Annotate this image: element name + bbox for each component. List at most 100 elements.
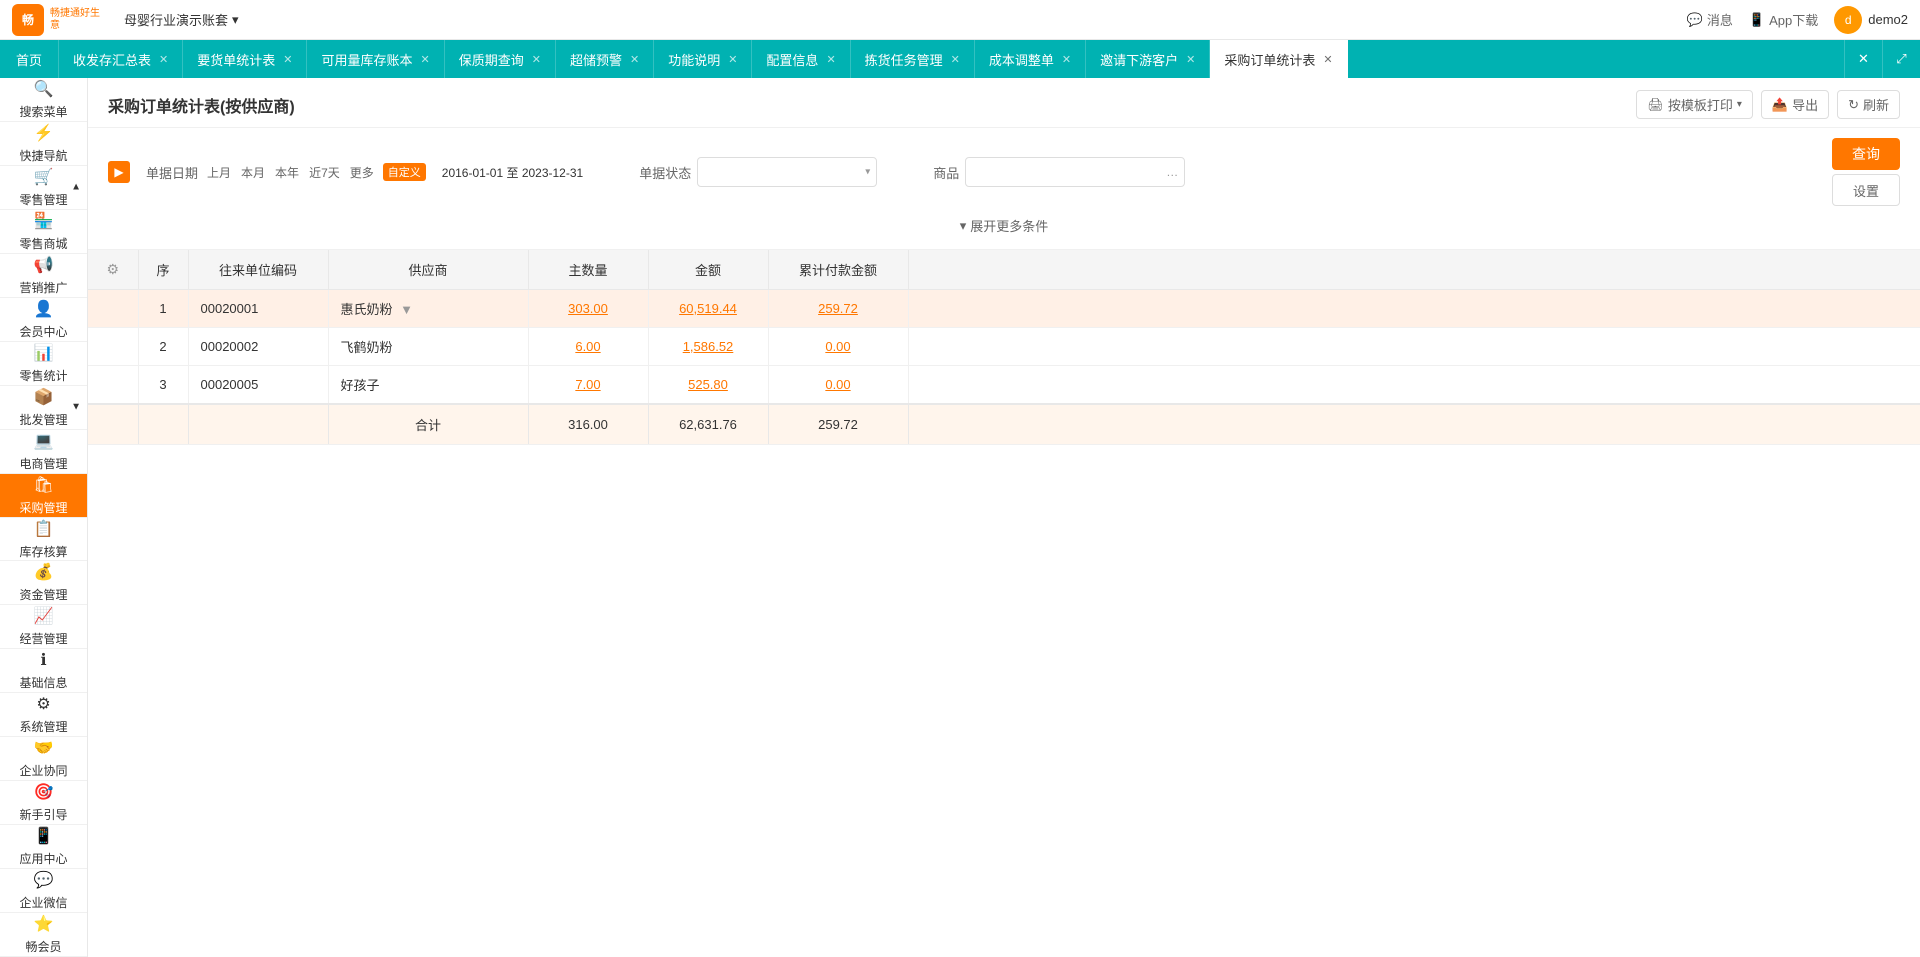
top-bar-right: 💬 消息 📱 App下载 d demo2: [1687, 6, 1908, 34]
row-3-settings-cell: [88, 366, 138, 405]
app-download-button[interactable]: 📱 App下载: [1749, 10, 1818, 29]
tab-close-6[interactable]: ✕: [826, 53, 835, 66]
row-1-extra-cell: [908, 290, 1920, 328]
sidebar-item-retail-stats[interactable]: 📊 零售统计: [0, 342, 87, 386]
shortcut-7-days[interactable]: 近7天: [306, 163, 343, 182]
sidebar-item-marketing[interactable]: 📢 营销推广: [0, 254, 87, 298]
sidebar-item-retail-shop[interactable]: 🏪 零售商城: [0, 210, 87, 254]
tab-close-9[interactable]: ✕: [1186, 53, 1195, 66]
row-3-extra-cell: [908, 366, 1920, 405]
tab-9[interactable]: 邀请下游客户 ✕: [1086, 40, 1210, 78]
sidebar-item-ecommerce[interactable]: 💻 电商管理: [0, 430, 87, 474]
row-1-qty-cell[interactable]: 303.00: [528, 290, 648, 328]
download-icon: 📱: [1749, 12, 1765, 28]
tab-8[interactable]: 成本调整单 ✕: [975, 40, 1086, 78]
row-3-amount-cell[interactable]: 525.80: [648, 366, 768, 405]
goods-input-wrapper[interactable]: …: [965, 157, 1185, 187]
sidebar-item-member-center[interactable]: 👤 会员中心: [0, 298, 87, 342]
date-range-display: 2016-01-01 至 2023-12-31: [442, 164, 583, 181]
finance-icon: 💰: [34, 562, 54, 582]
sidebar-item-inventory[interactable]: 📋 库存核算: [0, 518, 87, 562]
goods-input-more-icon[interactable]: …: [1166, 165, 1178, 179]
expand-icon: ▾: [960, 218, 967, 234]
tab-5[interactable]: 功能说明 ✕: [654, 40, 752, 78]
query-button[interactable]: 查询: [1832, 138, 1900, 170]
tab-close-5[interactable]: ✕: [728, 53, 737, 66]
table-container: ⚙ 序 往来单位编码 供应商 主数量 金额 累计付款金额 1: [88, 250, 1920, 957]
date-label: 单据日期: [146, 163, 198, 182]
filter-status-item: 单据状态 ▾: [639, 157, 877, 187]
tab-close-0[interactable]: ✕: [159, 53, 168, 66]
table-row[interactable]: 2 00020002 飞鹤奶粉 6.00 1,586.52: [88, 328, 1920, 366]
column-settings-icon[interactable]: ⚙: [106, 261, 119, 277]
footer-row: 合计 316.00 62,631.76 259.72: [88, 404, 1920, 445]
filter-settings-button[interactable]: 设置: [1832, 174, 1900, 206]
footer-empty-2: [138, 404, 188, 445]
maximize-button[interactable]: ⤢: [1882, 40, 1920, 78]
table-row[interactable]: 3 00020005 好孩子 7.00 525.80: [88, 366, 1920, 405]
workspace-selector[interactable]: 母婴行业演示账套 ▾: [116, 6, 247, 33]
shortcut-this-month[interactable]: 本月: [238, 163, 268, 182]
purchase-icon: 🛍: [33, 475, 53, 495]
sidebar-item-newbie[interactable]: 🎯 新手引导: [0, 781, 87, 825]
shortcut-this-year[interactable]: 本年: [272, 163, 302, 182]
tab-0[interactable]: 收发存汇总表 ✕: [59, 40, 183, 78]
tab-1[interactable]: 要货单统计表 ✕: [183, 40, 307, 78]
tab-close-3[interactable]: ✕: [532, 53, 541, 66]
shortcut-more[interactable]: 更多: [347, 163, 377, 182]
sidebar-item-search[interactable]: 🔍 搜索菜单: [0, 78, 87, 122]
custom-date-badge[interactable]: 自定义: [383, 163, 426, 181]
message-button[interactable]: 💬 消息: [1687, 10, 1733, 29]
shortcut-last-month[interactable]: 上月: [204, 163, 234, 182]
close-all-tabs-button[interactable]: ✕: [1844, 40, 1882, 78]
tab-2[interactable]: 可用量库存账本 ✕: [307, 40, 444, 78]
tab-3[interactable]: 保质期查询 ✕: [445, 40, 556, 78]
export-button[interactable]: 📤 导出: [1761, 90, 1829, 119]
refresh-button[interactable]: ↻ 刷新: [1837, 90, 1900, 119]
sidebar-item-enterprise[interactable]: 🤝 企业协同: [0, 737, 87, 781]
row-1-amount-cell[interactable]: 60,519.44: [648, 290, 768, 328]
print-button[interactable]: 🖨 按模板打印 ▾: [1636, 90, 1753, 119]
row-2-paid-cell[interactable]: 0.00: [768, 328, 908, 366]
sidebar-item-quicknav[interactable]: ⚡ 快捷导航: [0, 122, 87, 166]
tab-close-7[interactable]: ✕: [951, 53, 960, 66]
user-area[interactable]: d demo2: [1834, 6, 1908, 34]
row-1-paid-cell[interactable]: 259.72: [768, 290, 908, 328]
row-2-settings-cell: [88, 328, 138, 366]
tab-close-4[interactable]: ✕: [630, 53, 639, 66]
tab-10[interactable]: 采购订单统计表 ✕: [1210, 40, 1347, 78]
sidebar-item-retail-mgmt[interactable]: 🛒 零售管理 ▲: [0, 166, 87, 210]
goods-input[interactable]: [966, 165, 1184, 180]
sidebar-item-app-center[interactable]: 📱 应用中心: [0, 825, 87, 869]
sidebar-item-system[interactable]: ⚙ 系统管理: [0, 693, 87, 737]
sidebar-item-wechat[interactable]: 💬 企业微信: [0, 869, 87, 913]
tab-7[interactable]: 拣货任务管理 ✕: [851, 40, 975, 78]
filter-toggle-button[interactable]: ▶: [108, 161, 130, 183]
tab-close-8[interactable]: ✕: [1062, 53, 1071, 66]
status-select[interactable]: [698, 158, 876, 186]
sidebar-item-finance[interactable]: 💰 资金管理: [0, 561, 87, 605]
tab-close-1[interactable]: ✕: [283, 53, 292, 66]
sidebar-item-basic-info[interactable]: ℹ 基础信息: [0, 649, 87, 693]
row-2-amount-cell[interactable]: 1,586.52: [648, 328, 768, 366]
row-3-paid-cell[interactable]: 0.00: [768, 366, 908, 405]
col-header-settings[interactable]: ⚙: [88, 250, 138, 290]
top-bar: 畅 畅捷通好生意 母婴行业演示账套 ▾ 💬 消息 📱 App下载 d demo2: [0, 0, 1920, 40]
tab-close-2[interactable]: ✕: [421, 53, 430, 66]
table-row[interactable]: 1 00020001 惠氏奶粉 ▼ 303.00 60,519.44: [88, 290, 1920, 328]
sidebar-item-operations[interactable]: 📈 经营管理: [0, 605, 87, 649]
tab-6[interactable]: 配置信息 ✕: [752, 40, 850, 78]
sidebar-item-wholesale[interactable]: 📦 批发管理 ▼: [0, 386, 87, 430]
tab-close-10[interactable]: ✕: [1323, 53, 1332, 66]
status-select-wrapper[interactable]: ▾: [697, 157, 877, 187]
footer-paid: 259.72: [768, 404, 908, 445]
expand-filters-button[interactable]: ▾ 展开更多条件: [108, 212, 1900, 239]
page-actions: 🖨 按模板打印 ▾ 📤 导出 ↻ 刷新: [1636, 90, 1900, 119]
row-3-qty-cell[interactable]: 7.00: [528, 366, 648, 405]
tab-4[interactable]: 超储预警 ✕: [556, 40, 654, 78]
sidebar-item-purchase[interactable]: 🛍 采购管理: [0, 474, 87, 518]
tab-home[interactable]: 首页: [0, 40, 59, 78]
row-2-qty-cell[interactable]: 6.00: [528, 328, 648, 366]
row-1-expand-icon[interactable]: ▼: [400, 302, 413, 317]
sidebar-item-member[interactable]: ⭐ 畅会员: [0, 913, 87, 957]
